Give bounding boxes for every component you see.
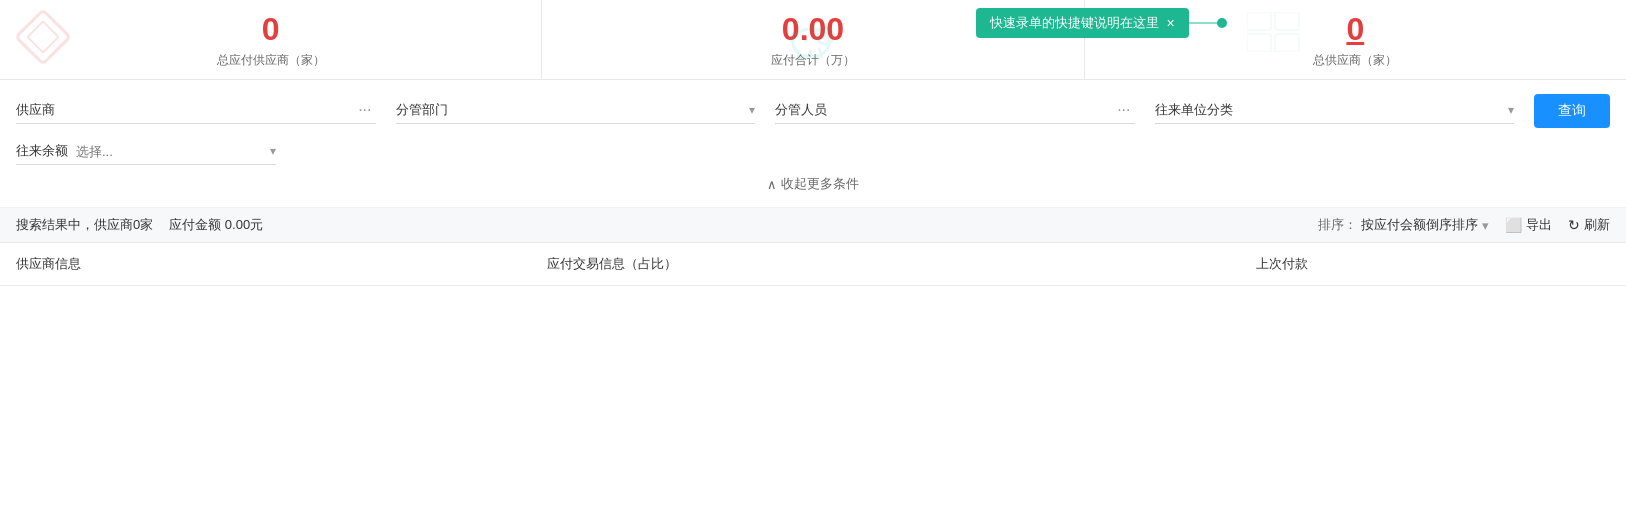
svg-rect-6 <box>1275 12 1299 30</box>
stat-left-number: 0 <box>262 10 280 48</box>
stats-bar: 0 总应付供应商（家） 0.00 应付合计（万） 快速录单的快捷键说明在这里 × <box>0 0 1626 80</box>
tooltip-bubble: 快速录单的快捷键说明在这里 × <box>976 8 1189 38</box>
stat-total-payable-suppliers: 0 总应付供应商（家） <box>0 0 542 79</box>
results-amount: 应付金额 0.00元 <box>169 216 263 234</box>
svg-rect-7 <box>1247 34 1271 52</box>
piggy-icon <box>783 8 843 71</box>
grid-icon <box>1247 12 1303 55</box>
tooltip-dot <box>1217 18 1227 28</box>
refresh-icon: ↻ <box>1568 217 1580 233</box>
supplier-dots-icon[interactable]: ··· <box>354 101 375 119</box>
category-input[interactable] <box>1241 102 1509 117</box>
supplier-input[interactable] <box>64 102 354 117</box>
table-header: 供应商信息 应付交易信息（占比） 上次付款 <box>0 243 1626 286</box>
results-actions: 排序： 按应付会额倒序排序 ▾ ⬜ 导出 ↻ 刷新 <box>1318 216 1610 234</box>
export-button[interactable]: ⬜ 导出 <box>1505 216 1552 234</box>
col-payment-header: 上次付款 <box>1256 255 1610 273</box>
stat-left-label: 总应付供应商（家） <box>217 52 325 69</box>
filter-row-1: 供应商 ··· 分管部门 ▾ 分管人员 ··· 往来单位分类 ▾ 查询 <box>16 92 1610 128</box>
balance-label: 往来余额 <box>16 142 68 160</box>
sort-prefix: 排序： <box>1318 216 1357 234</box>
person-input[interactable] <box>835 102 1113 117</box>
filter-person: 分管人员 ··· <box>775 97 1135 124</box>
filter-supplier: 供应商 ··· <box>16 97 376 124</box>
col-supplier-header: 供应商信息 <box>16 255 547 273</box>
collapse-label: 收起更多条件 <box>781 175 859 193</box>
diamond-icon <box>16 10 70 67</box>
sort-control[interactable]: 排序： 按应付会额倒序排序 ▾ <box>1318 216 1489 234</box>
person-label: 分管人员 <box>775 101 827 119</box>
svg-rect-5 <box>1247 12 1271 30</box>
table-body <box>0 286 1626 515</box>
tooltip-text: 快速录单的快捷键说明在这里 <box>990 14 1159 32</box>
filter-balance: 往来余额 ▾ <box>16 138 276 165</box>
balance-arrow-icon[interactable]: ▾ <box>270 144 276 158</box>
category-arrow-icon[interactable]: ▾ <box>1508 103 1514 117</box>
filter-row-2: 往来余额 ▾ <box>16 138 1610 165</box>
filter-category: 往来单位分类 ▾ <box>1155 97 1515 124</box>
department-arrow-icon[interactable]: ▾ <box>749 103 755 117</box>
filter-section: 供应商 ··· 分管部门 ▾ 分管人员 ··· 往来单位分类 ▾ 查询 往来余额 <box>0 80 1626 208</box>
collapse-button[interactable]: ∧ 收起更多条件 <box>767 175 859 193</box>
query-button[interactable]: 查询 <box>1534 94 1610 128</box>
col-transaction-header: 应付交易信息（占比） <box>547 255 1255 273</box>
refresh-label: 刷新 <box>1584 216 1610 234</box>
person-dots-icon[interactable]: ··· <box>1113 101 1134 119</box>
department-input[interactable] <box>456 102 750 117</box>
results-summary: 搜索结果中，供应商0家 应付金额 0.00元 <box>16 216 263 234</box>
sort-value[interactable]: 按应付会额倒序排序 <box>1361 216 1478 234</box>
filter-department: 分管部门 ▾ <box>396 97 756 124</box>
results-bar: 搜索结果中，供应商0家 应付金额 0.00元 排序： 按应付会额倒序排序 ▾ ⬜… <box>0 208 1626 243</box>
tooltip-close-button[interactable]: × <box>1167 16 1175 30</box>
export-icon: ⬜ <box>1505 217 1522 233</box>
collapse-arrow-icon: ∧ <box>767 177 777 192</box>
sort-arrow-icon: ▾ <box>1482 218 1489 233</box>
supplier-label: 供应商 <box>16 101 56 119</box>
department-label: 分管部门 <box>396 101 448 119</box>
stat-right-number: 0 <box>1346 10 1364 48</box>
balance-input[interactable] <box>76 144 270 159</box>
svg-rect-1 <box>27 21 58 52</box>
results-count: 搜索结果中，供应商0家 <box>16 216 153 234</box>
svg-rect-0 <box>16 10 70 64</box>
svg-rect-8 <box>1275 34 1299 52</box>
export-label: 导出 <box>1526 216 1552 234</box>
category-label: 往来单位分类 <box>1155 101 1233 119</box>
svg-point-4 <box>804 38 808 42</box>
refresh-button[interactable]: ↻ 刷新 <box>1568 216 1610 234</box>
stat-right-label: 总供应商（家） <box>1313 52 1397 69</box>
